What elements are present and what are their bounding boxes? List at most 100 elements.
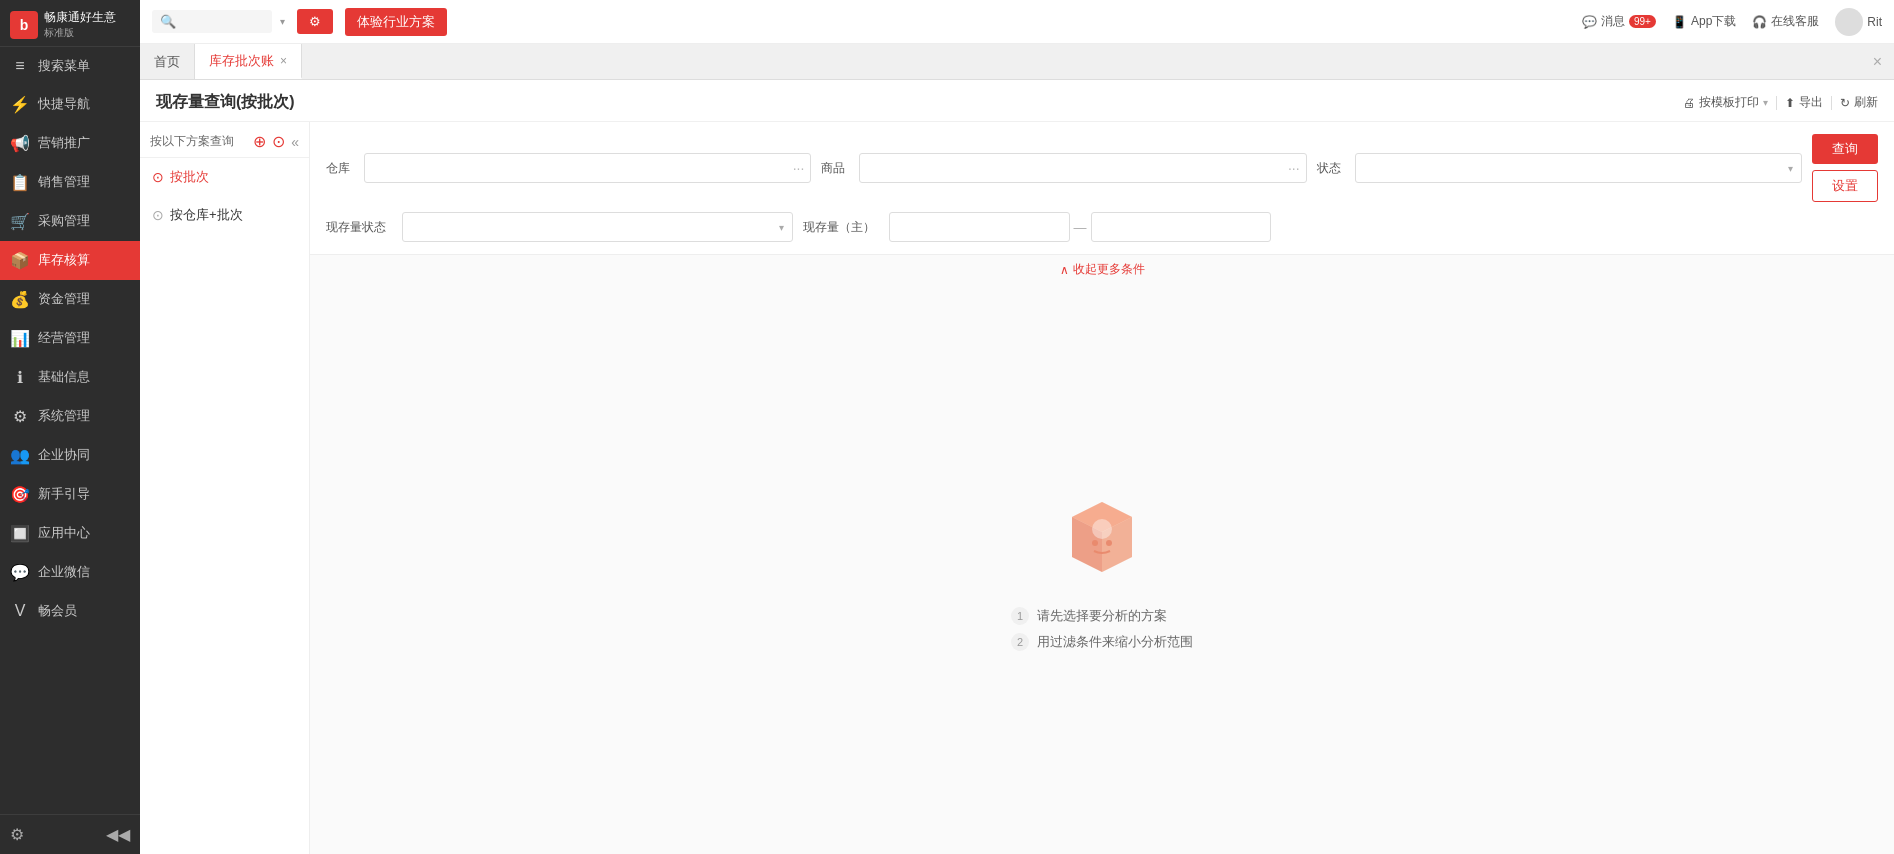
product-dots[interactable]: ··· [1288,160,1300,176]
sidebar-header: b 畅康通好生意 标准版 [0,0,140,47]
export-label: 导出 [1799,94,1823,111]
print-icon: 🖨 [1683,96,1695,110]
plan-settings-icon[interactable]: ⊙ [272,132,285,151]
sidebar-item-label-9: 系统管理 [38,407,90,425]
sidebar-footer: ⚙ ◀◀ [0,814,140,854]
warehouse-dots[interactable]: ··· [793,160,805,176]
close-all-tabs-button[interactable]: × [1861,53,1894,71]
add-plan-icon[interactable]: ⊕ [253,132,266,151]
sidebar-item-快捷导航[interactable]: ⚡快捷导航 [0,85,140,124]
action-divider-1 [1776,96,1777,110]
tabbar: 首页 库存批次账 × × [140,44,1894,80]
sidebar-item-经营管理[interactable]: 📊经营管理 [0,319,140,358]
product-label: 商品 [821,160,853,177]
svg-point-4 [1092,519,1112,539]
inventory-qty-label: 现存量（主） [803,219,883,236]
sidebar-item-icon-9: ⚙ [10,407,30,426]
sidebar-item-搜索菜单[interactable]: ≡搜索菜单 [0,47,140,85]
refresh-button[interactable]: ↻ 刷新 [1840,94,1878,111]
sidebar-item-label-10: 企业协同 [38,446,90,464]
left-panel-item-0[interactable]: ⊙按批次 [140,158,309,196]
industry-button[interactable]: 体验行业方案 [345,8,447,36]
online-service-item[interactable]: 🎧 在线客服 [1752,13,1819,30]
settings-icon[interactable]: ⚙ [10,825,24,844]
search-chevron-icon[interactable]: ▾ [280,16,285,27]
sidebar: b 畅康通好生意 标准版 ≡搜索菜单⚡快捷导航📢营销推广📋销售管理🛒采购管理📦库… [0,0,140,854]
tab-close-icon[interactable]: × [280,54,287,68]
main-area: 🔍 ▾ ⚙ 体验行业方案 💬 消息 99+ 📱 App下载 🎧 在线客服 Rit [140,0,1894,854]
message-icon: 💬 [1582,15,1597,29]
export-button[interactable]: ⬆ 导出 [1785,94,1823,111]
sidebar-item-icon-6: 💰 [10,290,30,309]
sidebar-item-label-0: 搜索菜单 [38,57,90,75]
sidebar-item-icon-11: 🎯 [10,485,30,504]
product-input-wrap[interactable]: ··· [859,153,1306,183]
svg-point-5 [1092,540,1098,546]
sidebar-item-企业微信[interactable]: 💬企业微信 [0,553,140,592]
left-panel-actions: ⊕ ⊙ « [253,132,299,151]
sidebar-item-资金管理[interactable]: 💰 资金管理 [0,280,140,319]
app-download-item[interactable]: 📱 App下载 [1672,13,1736,30]
tab-home[interactable]: 首页 [140,44,195,79]
inventory-qty-max-input-wrap[interactable] [1091,212,1271,242]
sidebar-item-icon-2: 📢 [10,134,30,153]
sidebar-item-label-12: 应用中心 [38,524,90,542]
print-button[interactable]: 🖨 按模板打印 ▾ [1683,94,1768,111]
settings-button[interactable]: 设置 [1812,170,1878,202]
empty-illustration [1052,487,1152,587]
sidebar-item-label-6: 资金管理 [38,290,90,308]
sidebar-item-新手引导[interactable]: 🎯新手引导 [0,475,140,514]
status-select[interactable]: ▾ [1355,153,1802,183]
left-panel-items: ⊙按批次 ⊙ 按仓库+批次 [140,158,309,234]
inventory-qty-max-input[interactable] [1098,220,1264,234]
search-input[interactable] [180,15,260,29]
collapse-label: 收起更多条件 [1073,261,1145,278]
warehouse-input[interactable] [371,161,793,175]
sidebar-item-库存核算[interactable]: 📦库存核算 [0,241,140,280]
messages-item[interactable]: 💬 消息 99+ [1582,13,1656,30]
user-item[interactable]: Rit [1835,8,1882,36]
tip-text-1: 请先选择要分析的方案 [1037,607,1167,625]
sidebar-item-应用中心[interactable]: 🔲应用中心 [0,514,140,553]
sidebar-item-label-1: 快捷导航 [38,95,90,113]
app-name: 畅康通好生意 [44,10,116,26]
sidebar-item-基础信息[interactable]: ℹ基础信息 [0,358,140,397]
sidebar-item-label-13: 企业微信 [38,563,90,581]
collapse-more-button[interactable]: ∧ 收起更多条件 [310,255,1894,284]
sidebar-item-畅会员[interactable]: V畅会员 [0,592,140,630]
industry-solution-icon: ⚙ [297,9,333,34]
sidebar-item-采购管理[interactable]: 🛒采购管理 [0,202,140,241]
lpi-icon-1: ⊙ [152,207,164,223]
sidebar-item-系统管理[interactable]: ⚙ 系统管理 [0,397,140,436]
sidebar-item-icon-8: ℹ [10,368,30,387]
empty-tip-1: 1 请先选择要分析的方案 [1011,607,1193,625]
inventory-qty-min-input-wrap[interactable] [889,212,1069,242]
close-all-icon: × [1873,53,1882,70]
left-panel-item-1[interactable]: ⊙ 按仓库+批次 [140,196,309,234]
warehouse-input-wrap[interactable]: ··· [364,153,811,183]
inventory-batch-tab-label: 库存批次账 [209,52,274,70]
print-chevron-icon: ▾ [1763,97,1768,108]
online-service-label: 在线客服 [1771,13,1819,30]
print-label: 按模板打印 [1699,94,1759,111]
sidebar-item-企业协同[interactable]: 👥企业协同 [0,436,140,475]
lpi-label-1: 按仓库+批次 [170,206,243,224]
tip-num-2: 2 [1011,633,1029,651]
collapse-panel-icon[interactable]: « [291,134,299,150]
sidebar-item-营销推广[interactable]: 📢营销推广 [0,124,140,163]
data-area: 1 请先选择要分析的方案 2 用过滤条件来缩小分析范围 [310,284,1894,854]
query-button[interactable]: 查询 [1812,134,1878,164]
product-input[interactable] [866,161,1288,175]
sidebar-item-销售管理[interactable]: 📋销售管理 [0,163,140,202]
tab-inventory-batch[interactable]: 库存批次账 × [195,44,302,79]
sidebar-item-icon-14: V [10,602,30,620]
status-chevron-icon: ▾ [1788,163,1793,174]
collapse-sidebar-icon[interactable]: ◀◀ [106,825,130,844]
inventory-qty-min-input[interactable] [896,220,1062,234]
inventory-status-select[interactable]: ▾ [402,212,793,242]
sidebar-item-icon-7: 📊 [10,329,30,348]
empty-tips: 1 请先选择要分析的方案 2 用过滤条件来缩小分析范围 [1011,607,1193,651]
filter-area: 仓库 ··· 商品 ··· 状态 [310,122,1894,255]
sidebar-item-label-4: 采购管理 [38,212,90,230]
search-input-wrap[interactable]: 🔍 [152,10,272,33]
